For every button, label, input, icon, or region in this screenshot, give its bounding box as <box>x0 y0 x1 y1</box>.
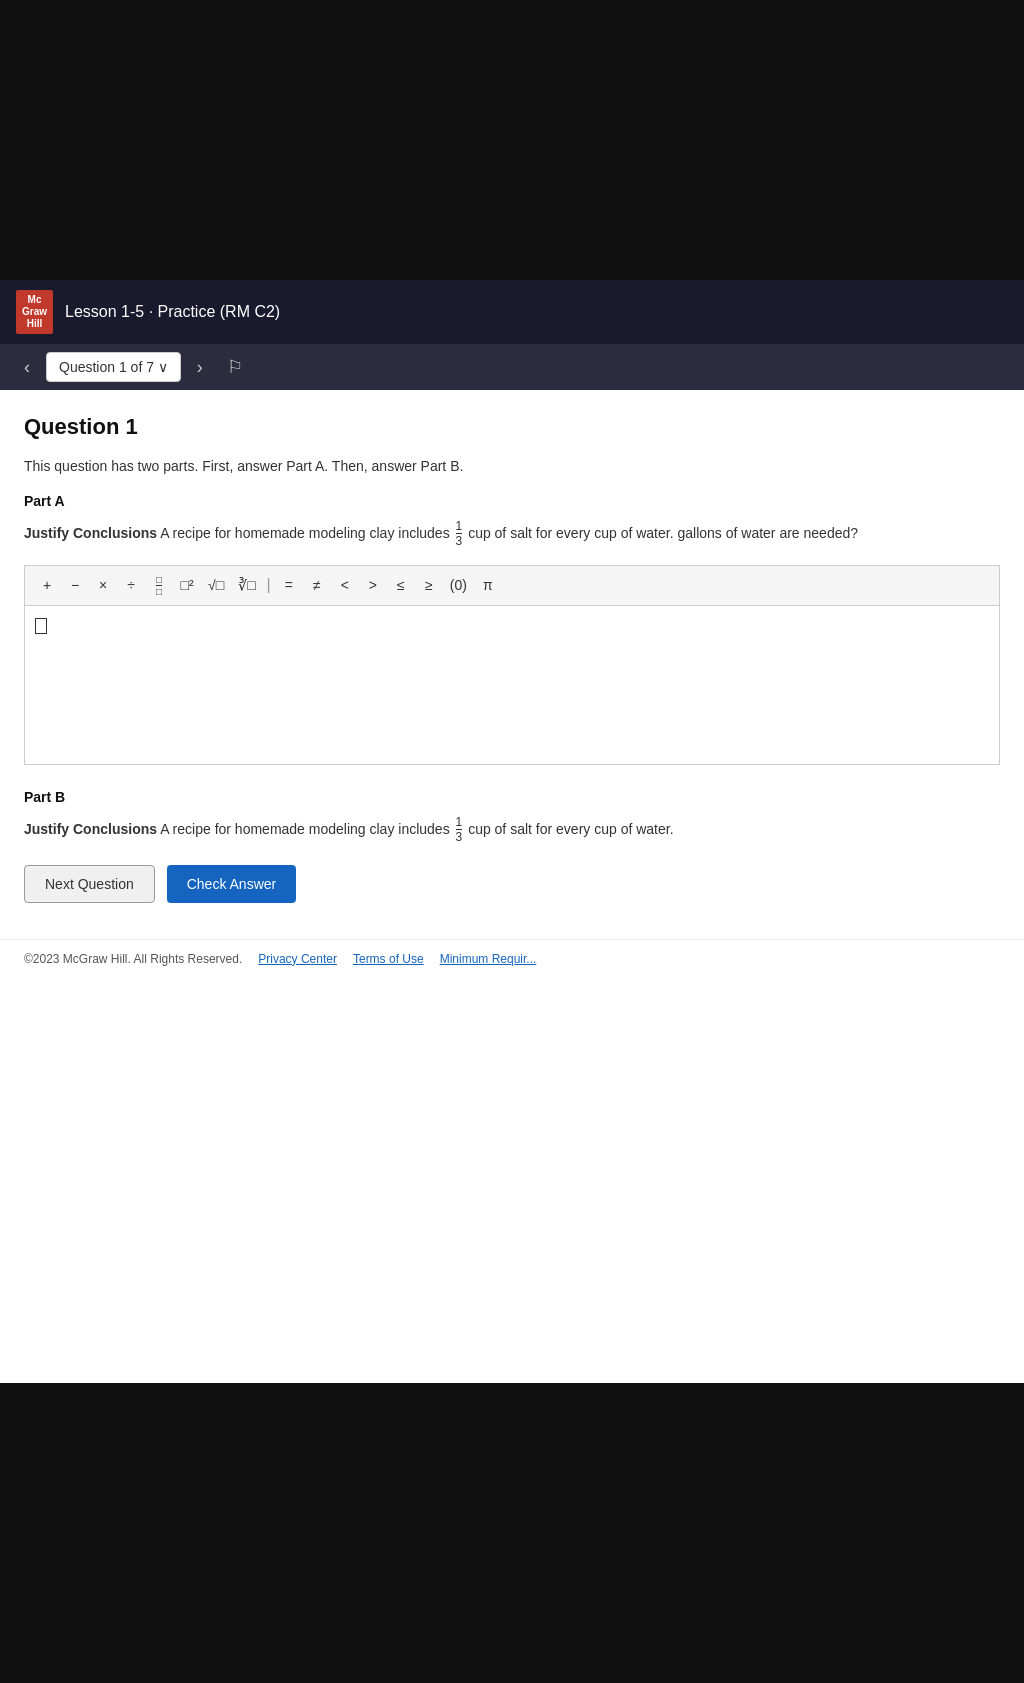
bookmark-button[interactable]: ⚐ <box>219 352 251 382</box>
prev-question-button[interactable]: ‹ <box>16 354 38 380</box>
page-footer: ©2023 McGraw Hill. All Rights Reserved. … <box>0 939 1024 978</box>
part-b-text-suffix: cup of salt for every cup of water. <box>468 820 673 836</box>
bookmark-icon: ⚐ <box>227 357 243 377</box>
fraction-b-1-3: 1 3 <box>456 815 463 845</box>
math-notequal-button[interactable]: ≠ <box>305 575 329 595</box>
next-question-button[interactable]: › <box>189 354 211 380</box>
part-b-question-text: Justify Conclusions A recipe for homemad… <box>24 815 1000 845</box>
content-area: Question 1 This question has two parts. … <box>0 390 1024 939</box>
math-multiply-button[interactable]: × <box>91 575 115 595</box>
math-power-button[interactable]: □² <box>175 575 199 595</box>
part-a-question-text: Justify Conclusions A recipe for homemad… <box>24 519 1000 549</box>
part-b-bold-label: Justify Conclusions <box>24 820 157 836</box>
privacy-center-link[interactable]: Privacy Center <box>258 952 337 966</box>
math-equals-button[interactable]: = <box>277 575 301 595</box>
part-b-label: Part B <box>24 789 1000 805</box>
mcgraw-hill-logo: Mc Graw Hill <box>16 290 53 334</box>
math-pi-button[interactable]: π <box>476 575 500 595</box>
fraction-1-3: 1 3 <box>456 519 463 549</box>
footer-links: Privacy Center Terms of Use Minimum Requ… <box>258 952 536 966</box>
answer-cursor <box>35 618 47 634</box>
math-cbrt-button[interactable]: ∛□ <box>233 575 260 595</box>
math-parens-button[interactable]: (0) <box>445 575 472 595</box>
math-toolbar: + − × ÷ □ □ □² √□ ∛□ | = ≠ < > ≤ ≥ (0) π <box>24 565 1000 605</box>
part-a-text-suffix: cup of salt for every cup of water. gall… <box>468 525 858 541</box>
app-header: Mc Graw Hill Lesson 1-5 · Practice (RM C… <box>0 280 1024 344</box>
action-buttons: Next Question Check Answer <box>24 865 1000 903</box>
math-divide-button[interactable]: ÷ <box>119 575 143 595</box>
math-greaterthan-button[interactable]: > <box>361 575 385 595</box>
math-fraction-button[interactable]: □ □ <box>147 572 171 599</box>
part-a-text-body: A recipe for homemade modeling clay incl… <box>160 525 453 541</box>
chevron-right-icon: › <box>197 357 203 377</box>
part-b-section: Part B Justify Conclusions A recipe for … <box>24 789 1000 845</box>
navigation-bar: ‹ Question 1 of 7 ∨ › ⚐ <box>0 344 1024 390</box>
question-selector-label: Question 1 of 7 ∨ <box>59 359 168 375</box>
copyright-text: ©2023 McGraw Hill. All Rights Reserved. <box>24 952 242 966</box>
question-intro: This question has two parts. First, answ… <box>24 456 1000 477</box>
math-plus-button[interactable]: + <box>35 575 59 595</box>
math-separator: | <box>267 576 271 594</box>
terms-of-use-link[interactable]: Terms of Use <box>353 952 424 966</box>
question-title: Question 1 <box>24 414 1000 440</box>
math-geq-button[interactable]: ≥ <box>417 575 441 595</box>
answer-input-area[interactable] <box>24 605 1000 765</box>
math-lessthan-button[interactable]: < <box>333 575 357 595</box>
part-b-text-body: A recipe for homemade modeling clay incl… <box>160 820 453 836</box>
part-a-label: Part A <box>24 493 1000 509</box>
question-selector-dropdown[interactable]: Question 1 of 7 ∨ <box>46 352 181 382</box>
math-sqrt-button[interactable]: √□ <box>203 575 229 595</box>
minimum-requirements-link[interactable]: Minimum Requir... <box>440 952 537 966</box>
header-title: Lesson 1-5 · Practice (RM C2) <box>65 303 280 321</box>
part-a-bold-label: Justify Conclusions <box>24 525 157 541</box>
check-answer-button[interactable]: Check Answer <box>167 865 296 903</box>
math-leq-button[interactable]: ≤ <box>389 575 413 595</box>
chevron-left-icon: ‹ <box>24 357 30 377</box>
next-question-button[interactable]: Next Question <box>24 865 155 903</box>
math-minus-button[interactable]: − <box>63 575 87 595</box>
